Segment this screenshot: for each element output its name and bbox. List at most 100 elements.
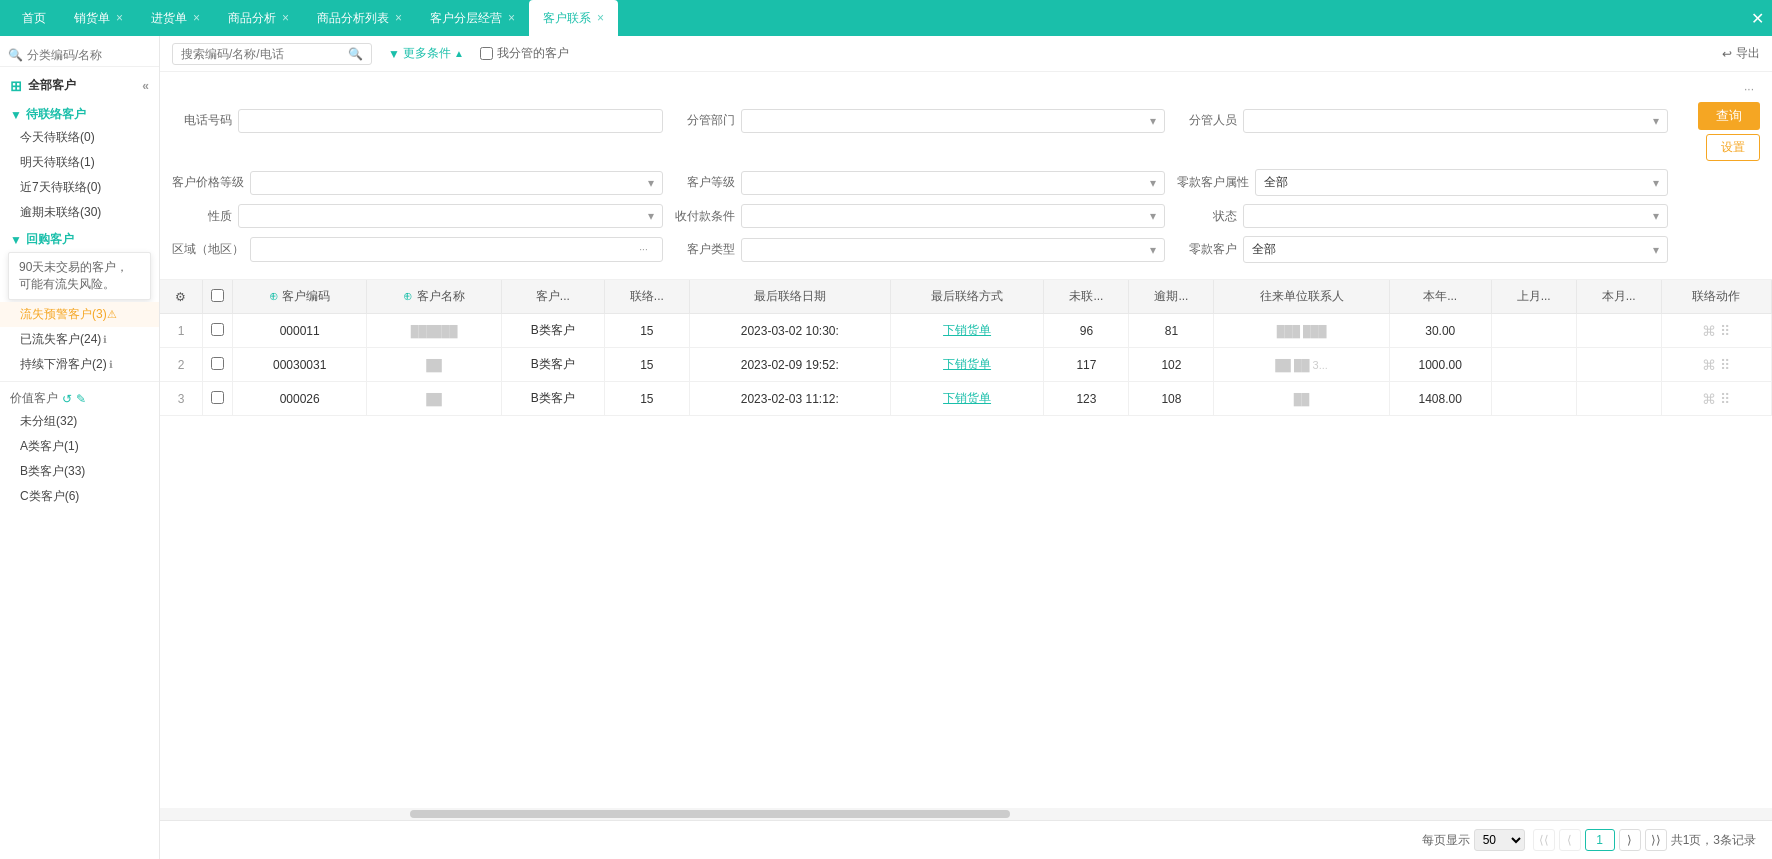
my-customers-check[interactable]	[480, 47, 493, 60]
select-all-checkbox[interactable]	[211, 289, 224, 302]
col-sort-icon[interactable]: ⊕	[269, 289, 279, 303]
advanced-filter: 电话号码 分管部门 ▾ 分管人员 ▾	[160, 72, 1772, 280]
row-check[interactable]	[211, 323, 224, 336]
my-customers-checkbox[interactable]: 我分管的客户	[480, 45, 569, 62]
region-select[interactable]: ···	[250, 237, 663, 262]
sidebar-item-ungroup[interactable]: 未分组(32)	[0, 409, 159, 434]
app-close-button[interactable]: ✕	[1751, 9, 1764, 28]
customer-level-select[interactable]: ▾	[741, 171, 1166, 195]
more-conditions-btn[interactable]: ▼ 更多条件 ▲	[380, 42, 472, 65]
dept-select[interactable]: ▾	[741, 109, 1166, 133]
row-last-way[interactable]: 下销货单	[890, 348, 1044, 382]
region-ellipsis[interactable]: ···	[633, 242, 653, 257]
sidebar-item-today[interactable]: 今天待联络(0)	[0, 125, 159, 150]
query-button[interactable]: 查询	[1698, 102, 1760, 130]
row-last-way[interactable]: 下销货单	[890, 314, 1044, 348]
tab-close-product-list[interactable]: ×	[395, 11, 402, 25]
manager-select[interactable]: ▾	[1243, 109, 1668, 133]
ellipsis-btn[interactable]: ···	[1738, 80, 1760, 98]
col-customer-type: 客户...	[501, 280, 604, 314]
main-search-box[interactable]: 🔍	[172, 43, 372, 65]
sidebar-item-churn-warning[interactable]: 流失预警客户(3) ⚠	[0, 302, 159, 327]
sidebar-group-value[interactable]: 价值客户 ↺ ✎	[0, 386, 159, 409]
main-search-input[interactable]	[181, 47, 348, 61]
nature-select[interactable]: ▾	[238, 204, 663, 228]
col-checkbox[interactable]	[202, 280, 232, 314]
row-this-month	[1576, 348, 1661, 382]
row-name: ██	[367, 348, 501, 382]
sidebar-item-7days[interactable]: 近7天待联络(0)	[0, 175, 159, 200]
row-check[interactable]	[211, 357, 224, 370]
tab-close-purchase[interactable]: ×	[193, 11, 200, 25]
row-type: B类客户	[501, 348, 604, 382]
phone-input[interactable]	[238, 109, 663, 133]
sidebar-group-repurchase[interactable]: ▼ 回购客户	[0, 225, 159, 250]
row-checkbox[interactable]	[202, 348, 232, 382]
sidebar-item-c-class[interactable]: C类客户(6)	[0, 484, 159, 509]
tab-product-list[interactable]: 商品分析列表 ×	[303, 0, 416, 36]
export-btn[interactable]: ↩ 导出	[1722, 45, 1760, 62]
sidebar-item-churned[interactable]: 已流失客户(24) ℹ	[0, 327, 159, 352]
sidebar-collapse-btn[interactable]: «	[142, 79, 149, 93]
row-last-month	[1491, 314, 1576, 348]
sidebar-group-pending[interactable]: ▼ 待联络客户	[0, 100, 159, 125]
action-contact-icon[interactable]: ⌘	[1702, 323, 1716, 339]
tooltip-churn-risk: 90天未交易的客户，可能有流失风险。	[8, 252, 151, 300]
action-contact-icon[interactable]: ⌘	[1702, 391, 1716, 407]
sidebar-item-a-class[interactable]: A类客户(1)	[0, 434, 159, 459]
payment-select[interactable]: ▾	[741, 204, 1166, 228]
row-last-way[interactable]: 下销货单	[890, 382, 1044, 416]
scrollbar-thumb[interactable]	[410, 810, 1010, 818]
tab-close-product-analysis[interactable]: ×	[282, 11, 289, 25]
tab-close-customer-layer[interactable]: ×	[508, 11, 515, 25]
tab-home[interactable]: 首页	[8, 0, 60, 36]
row-num: 2	[160, 348, 202, 382]
zero-attr-select[interactable]: 全部 ▾	[1255, 169, 1668, 196]
status-select[interactable]: ▾	[1243, 204, 1668, 228]
next-page-btn[interactable]: ⟩	[1619, 829, 1641, 851]
tab-product-analysis[interactable]: 商品分析 ×	[214, 0, 303, 36]
sidebar-search-input[interactable]	[27, 48, 151, 62]
action-more-icon[interactable]: ⠿	[1720, 357, 1730, 373]
page-size-select[interactable]: 50 100 200	[1474, 829, 1525, 851]
sidebar-all-customers[interactable]: ⊞ 全部客户 «	[0, 71, 159, 100]
row-check[interactable]	[211, 391, 224, 404]
tab-close-customer-contact[interactable]: ×	[597, 11, 604, 25]
pagination: ⟨⟨ ⟨ 1 ⟩ ⟩⟩ 共1页，3条记录	[1533, 829, 1756, 851]
filter-customer-level: 客户等级 ▾	[675, 171, 1166, 195]
filter-nature: 性质 ▾	[172, 204, 663, 228]
current-page[interactable]: 1	[1585, 829, 1615, 851]
tab-customer-layer[interactable]: 客户分层经营 ×	[416, 0, 529, 36]
action-contact-icon[interactable]: ⌘	[1702, 357, 1716, 373]
status-arrow: ▾	[1653, 209, 1659, 223]
zero-customer-select[interactable]: 全部 ▾	[1243, 236, 1668, 263]
sidebar-item-overdue[interactable]: 逾期未联络(30)	[0, 200, 159, 225]
edit-icon-value[interactable]: ✎	[76, 392, 86, 406]
tab-customer-contact[interactable]: 客户联系 ×	[529, 0, 618, 36]
last-page-btn[interactable]: ⟩⟩	[1645, 829, 1667, 851]
prev-page-btn[interactable]: ⟨	[1559, 829, 1581, 851]
price-level-select[interactable]: ▾	[250, 171, 663, 195]
tab-close-sales[interactable]: ×	[116, 11, 123, 25]
settings-button[interactable]: 设置	[1706, 134, 1760, 161]
action-more-icon[interactable]: ⠿	[1720, 323, 1730, 339]
tab-sales[interactable]: 销货单 ×	[60, 0, 137, 36]
horizontal-scrollbar[interactable]	[160, 808, 1772, 820]
col-settings[interactable]: ⚙	[160, 280, 202, 314]
row-checkbox[interactable]	[202, 382, 232, 416]
sidebar-item-declining[interactable]: 持续下滑客户(2) ℹ	[0, 352, 159, 377]
first-page-btn[interactable]: ⟨⟨	[1533, 829, 1555, 851]
customer-type-select[interactable]: ▾	[741, 238, 1166, 262]
sidebar-item-tomorrow[interactable]: 明天待联络(1)	[0, 150, 159, 175]
tab-purchase[interactable]: 进货单 ×	[137, 0, 214, 36]
search-btn-icon[interactable]: 🔍	[348, 47, 363, 61]
row-this-year: 1408.00	[1389, 382, 1491, 416]
filter-manager: 分管人员 ▾	[1177, 109, 1668, 133]
sidebar-item-b-class[interactable]: B类客户(33)	[0, 459, 159, 484]
col-sort-name-icon[interactable]: ⊕	[403, 289, 413, 303]
col-un-contact: 未联...	[1044, 280, 1129, 314]
refresh-icon-value[interactable]: ↺	[62, 392, 72, 406]
row-type: B类客户	[501, 382, 604, 416]
row-checkbox[interactable]	[202, 314, 232, 348]
action-more-icon[interactable]: ⠿	[1720, 391, 1730, 407]
